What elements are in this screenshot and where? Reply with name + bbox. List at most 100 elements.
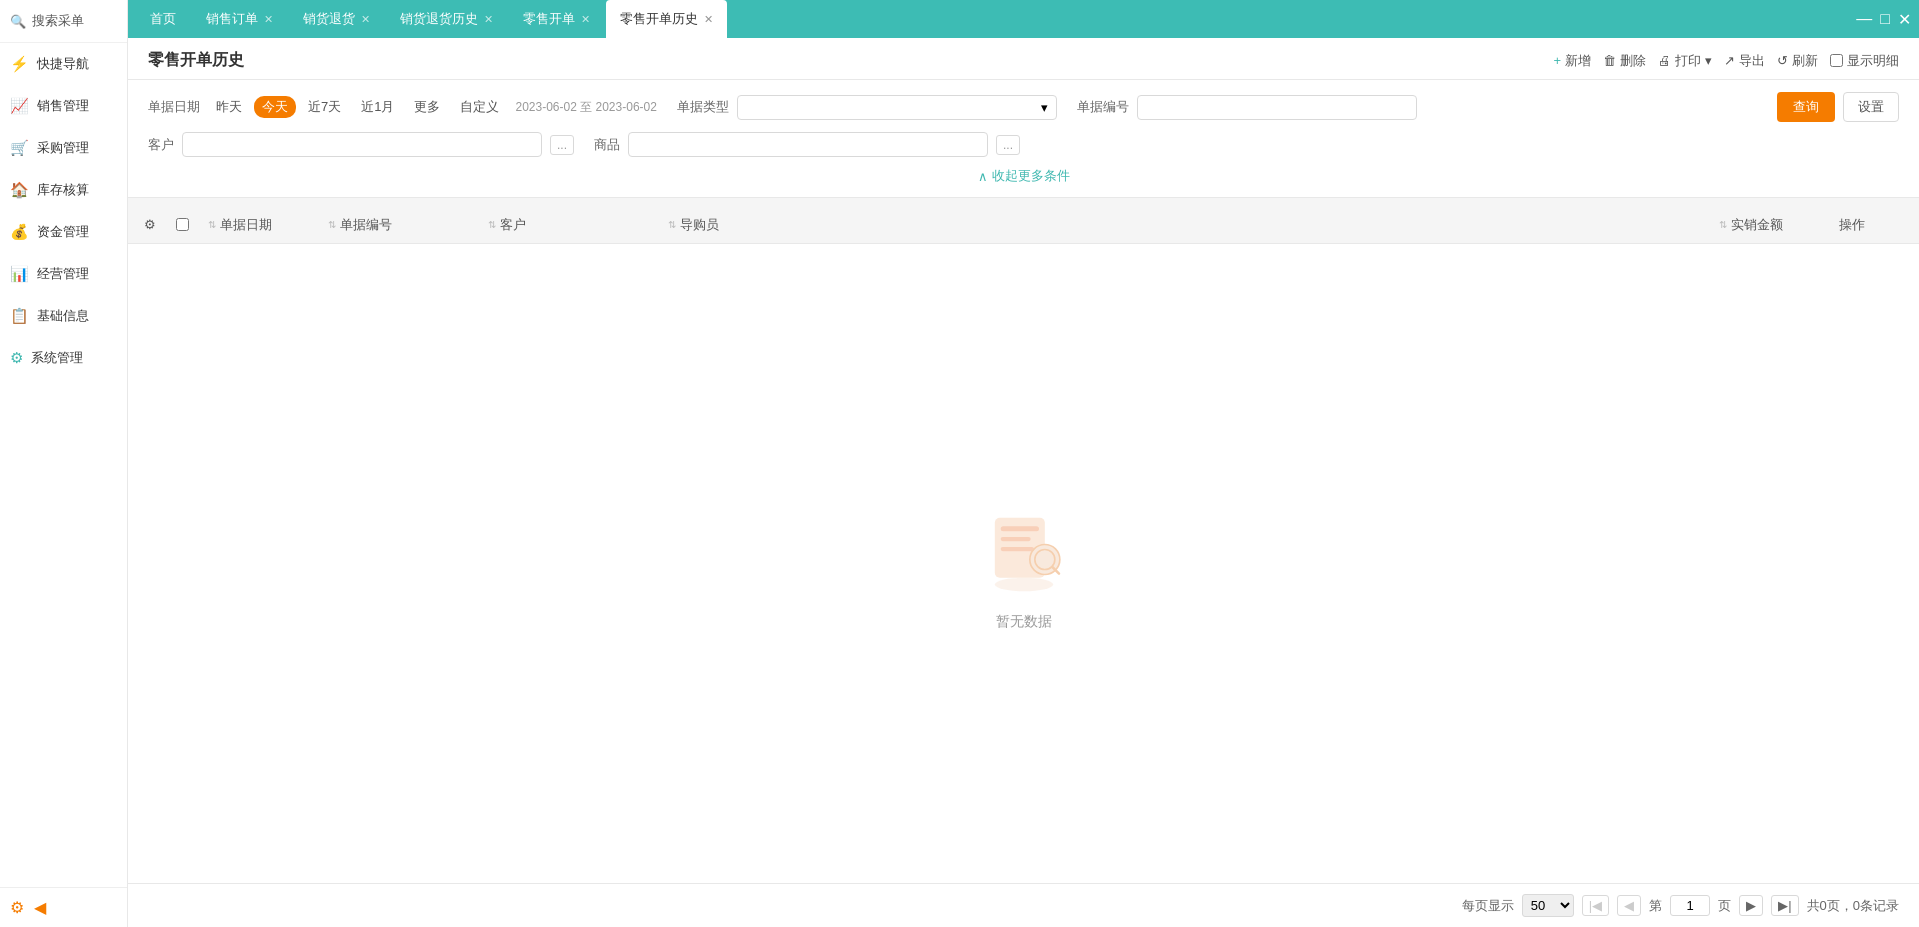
toolbar: + 新增 🗑 删除 🖨 打印 ▾ ↗ 导出 ↺ 刷新 [1553,52,1899,70]
pagination: 每页显示 50 100 200 |◀ ◀ 第 1 页 ▶ ▶| 共0页，0条记录 [128,883,1919,927]
table-settings-icon[interactable]: ⚙ [136,217,168,232]
table-header: ⚙ ⇅ 单据日期 ⇅ 单据编号 ⇅ 客户 ⇅ 导购员 [128,206,1919,244]
close-icon[interactable]: ✕ [361,0,370,38]
content-area: 零售开单历史 + 新增 🗑 删除 🖨 打印 ▾ ↗ 导出 [128,38,1919,927]
goods-ellipsis-button[interactable]: ... [996,135,1020,155]
print-button[interactable]: 🖨 打印 ▾ [1658,52,1712,70]
sales-icon: 📈 [10,97,29,115]
sidebar-item-quick-nav[interactable]: ⚡ 快捷导航 [0,43,127,85]
sidebar-item-sales[interactable]: 📈 销售管理 [0,85,127,127]
th-customer-label: 客户 [500,216,526,234]
first-page-button[interactable]: |◀ [1582,895,1609,916]
customer-input[interactable] [182,132,542,157]
tab-sales-order[interactable]: 销售订单 ✕ [192,0,287,38]
minimize-button[interactable]: — [1856,10,1872,29]
close-icon[interactable]: ✕ [581,0,590,38]
close-icon[interactable]: ✕ [704,0,713,38]
query-button[interactable]: 查询 [1777,92,1835,122]
total-info: 共0页，0条记录 [1807,897,1899,915]
tab-sales-return-label: 销货退货 [303,0,355,38]
sort-icon: ⇅ [328,219,336,230]
date-opt-today[interactable]: 今天 [254,96,296,118]
customer-label: 客户 [148,136,174,154]
date-opt-last-month[interactable]: 近1月 [353,96,402,118]
display-detail-checkbox[interactable] [1830,54,1843,67]
th-no[interactable]: ⇅ 单据编号 [320,216,480,234]
svg-point-0 [994,577,1052,590]
delete-label: 删除 [1620,52,1646,70]
per-page-select[interactable]: 50 100 200 [1522,894,1574,917]
page-input[interactable]: 1 [1670,895,1710,916]
prev-page-button[interactable]: ◀ [1617,895,1641,916]
display-detail-toggle[interactable]: 显示明细 [1830,52,1899,70]
last-page-button[interactable]: ▶| [1771,895,1798,916]
filter-row-2: 客户 ... 商品 ... [148,132,1899,157]
doc-type-select[interactable]: ▾ [737,95,1057,120]
close-icon[interactable]: ✕ [484,0,493,38]
sidebar-bottom: ⚙ ◀ [0,887,127,927]
operations-icon: 📊 [10,265,29,283]
setting-button[interactable]: 设置 [1843,92,1899,122]
th-no-label: 单据编号 [340,216,392,234]
th-date-label: 单据日期 [220,216,272,234]
sidebar-item-purchase[interactable]: 🛒 采购管理 [0,127,127,169]
export-button[interactable]: ↗ 导出 [1724,52,1765,70]
sidebar-item-finance[interactable]: 💰 资金管理 [0,211,127,253]
th-date[interactable]: ⇅ 单据日期 [200,216,320,234]
customer-ellipsis-button[interactable]: ... [550,135,574,155]
tab-home[interactable]: 首页 [136,0,190,38]
purchase-icon: 🛒 [10,139,29,157]
sort-icon: ⇅ [1719,219,1727,230]
sidebar-item-basic[interactable]: 📋 基础信息 [0,295,127,337]
tab-sales-return-history-label: 销货退货历史 [400,0,478,38]
filter-row-right: 单据类型 ▾ 单据编号 [677,95,1757,120]
sidebar-item-system[interactable]: ⚙ 系统管理 [0,337,127,379]
main-area: 首页 销售订单 ✕ 销货退货 ✕ 销货退货历史 ✕ 零售开单 ✕ 零售开单历史 … [128,0,1919,927]
delete-button[interactable]: 🗑 删除 [1603,52,1646,70]
sidebar-item-inventory[interactable]: 🏠 库存核算 [0,169,127,211]
table-checkbox-all[interactable] [168,218,200,231]
tab-sales-order-label: 销售订单 [206,0,258,38]
date-opt-yesterday[interactable]: 昨天 [208,96,250,118]
empty-icon [974,497,1074,597]
goods-input[interactable] [628,132,988,157]
doc-type-label: 单据类型 [677,98,729,116]
tab-sales-return-history[interactable]: 销货退货历史 ✕ [386,0,507,38]
window-buttons: — □ ✕ [1856,10,1911,29]
tab-bar: 首页 销售订单 ✕ 销货退货 ✕ 销货退货历史 ✕ 零售开单 ✕ 零售开单历史 … [128,0,1919,38]
th-guide[interactable]: ⇅ 导购员 [660,216,780,234]
quick-nav-icon: ⚡ [10,55,29,73]
filter-area: 单据日期 昨天 今天 近7天 近1月 更多 自定义 2023-06-02 至 2… [128,80,1919,198]
select-all-checkbox[interactable] [176,218,189,231]
settings-bottom-icon[interactable]: ⚙ [10,898,24,917]
sidebar-item-operations[interactable]: 📊 经营管理 [0,253,127,295]
tab-retail-history-label: 零售开单历史 [620,0,698,38]
date-opt-more[interactable]: 更多 [406,96,448,118]
th-ops: 操作 [1831,216,1911,234]
sidebar-search[interactable]: 🔍 搜索采单 [0,0,127,43]
svg-rect-4 [1000,547,1033,551]
filter-row-1: 单据日期 昨天 今天 近7天 近1月 更多 自定义 2023-06-02 至 2… [148,92,1899,122]
th-amount[interactable]: ⇅ 实销金额 [1711,216,1831,234]
tab-retail-history[interactable]: 零售开单历史 ✕ [606,0,727,38]
collapse-conditions[interactable]: ∧ 收起更多条件 [148,167,1899,185]
date-opt-custom[interactable]: 自定义 [452,96,507,118]
tab-sales-return[interactable]: 销货退货 ✕ [289,0,384,38]
th-guide-label: 导购员 [680,216,719,234]
close-window-button[interactable]: ✕ [1898,10,1911,29]
th-customer[interactable]: ⇅ 客户 [480,216,660,234]
date-label: 单据日期 [148,98,200,116]
collapse-sidebar-icon[interactable]: ◀ [34,898,46,917]
add-button[interactable]: + 新增 [1553,52,1591,70]
doc-no-input[interactable] [1137,95,1417,120]
sidebar-item-label: 快捷导航 [37,55,89,73]
date-opt-last7[interactable]: 近7天 [300,96,349,118]
refresh-button[interactable]: ↺ 刷新 [1777,52,1818,70]
date-options: 昨天 今天 近7天 近1月 更多 自定义 [208,96,507,118]
next-page-button[interactable]: ▶ [1739,895,1763,916]
close-icon[interactable]: ✕ [264,0,273,38]
maximize-button[interactable]: □ [1880,10,1890,29]
tab-retail-open[interactable]: 零售开单 ✕ [509,0,604,38]
page-title: 零售开单历史 [148,50,244,71]
sidebar-item-label: 资金管理 [37,223,89,241]
